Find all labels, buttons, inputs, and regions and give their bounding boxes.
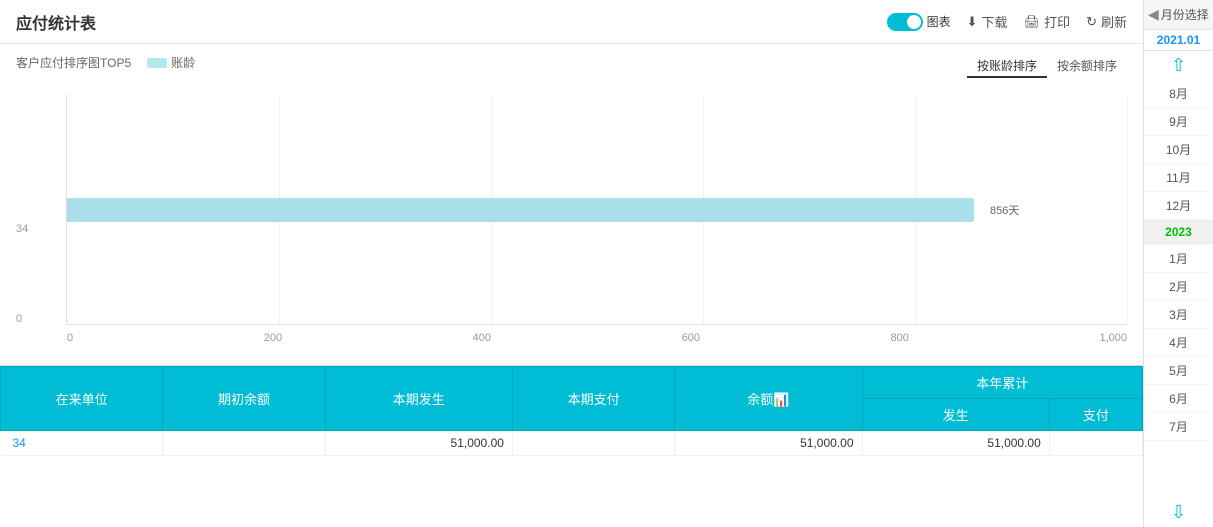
sidebar: ◀ 月份选择 2021.01 ⇧ 8月 9月 10月 11月 12月 2023 …	[1143, 0, 1213, 527]
chart-bar-34: 856天	[67, 198, 974, 222]
sidebar-month-3[interactable]: 3月	[1144, 301, 1213, 329]
unit-link[interactable]: 34	[13, 436, 26, 450]
x-label-400: 400	[473, 332, 491, 344]
th-opening: 期初余额	[163, 367, 325, 431]
print-button[interactable]: 🖨 打印	[1024, 12, 1071, 31]
sidebar-month-4[interactable]: 4月	[1144, 329, 1213, 357]
th-unit: 在来单位	[1, 367, 163, 431]
download-icon: ⬇	[967, 14, 978, 30]
sidebar-month-2[interactable]: 2月	[1144, 273, 1213, 301]
sidebar-month-10[interactable]: 10月	[1144, 136, 1213, 164]
refresh-icon: ↻	[1086, 14, 1097, 30]
sidebar-months-list: 8月 9月 10月 11月 12月 2023 1月 2月 3月 4月 5月 6月…	[1144, 80, 1213, 498]
refresh-label: 刷新	[1101, 12, 1127, 31]
x-label-1000: 1,000	[1099, 332, 1127, 344]
header-actions: 图表 ⬇ 下载 🖨 打印 ↻ 刷新	[887, 12, 1127, 31]
th-year-occur: 发生	[862, 399, 1049, 431]
td-current-occur: 51,000.00	[325, 431, 512, 456]
chart-body: 856天 0 200 400 600 800 1,000	[66, 95, 1127, 325]
grid-line-1000	[1127, 95, 1128, 324]
sort-buttons: 按账龄排序 按余额排序	[967, 55, 1127, 78]
refresh-button[interactable]: ↻ 刷新	[1086, 12, 1127, 31]
th-pay: 本期支付	[512, 367, 674, 431]
sidebar-year-2023[interactable]: 2023	[1144, 220, 1213, 245]
chart-y-axis: 34 0	[16, 95, 66, 325]
chart-toggle-wrap: 图表	[887, 13, 951, 31]
td-year-pay	[1049, 431, 1142, 456]
x-label-200: 200	[264, 332, 282, 344]
page-title: 应付统计表	[16, 10, 96, 34]
sidebar-month-8[interactable]: 8月	[1144, 80, 1213, 108]
sidebar-month-7[interactable]: 7月	[1144, 413, 1213, 441]
sidebar-month-9[interactable]: 9月	[1144, 108, 1213, 136]
sidebar-title: 月份选择	[1161, 6, 1209, 23]
td-year-occur: 51,000.00	[862, 431, 1049, 456]
table-row: 34 51,000.00 51,000.00 51,000.00	[1, 431, 1143, 456]
th-year-cumulative: 本年累计	[862, 367, 1142, 399]
x-axis-labels: 0 200 400 600 800 1,000	[67, 332, 1127, 344]
sidebar-month-1[interactable]: 1月	[1144, 245, 1213, 273]
sidebar-month-5[interactable]: 5月	[1144, 357, 1213, 385]
chart-legend: 客户应付排序图TOP5 账龄	[16, 54, 195, 71]
sidebar-current-date: 2021.01	[1144, 30, 1213, 51]
sidebar-header: ◀ 月份选择	[1144, 0, 1213, 30]
sidebar-down-button[interactable]: ⇩	[1144, 498, 1213, 527]
main-content: 应付统计表 图表 ⬇ 下载 🖨 打印 ↻ 刷新 客户应	[0, 0, 1143, 527]
legend-item-top5: 客户应付排序图TOP5	[16, 54, 131, 71]
table-header-row-1: 在来单位 期初余额 本期发生 本期支付 余额📊 本年累计	[1, 367, 1143, 399]
download-button[interactable]: ⬇ 下载	[967, 12, 1008, 31]
sort-by-balance-button[interactable]: 按余额排序	[1047, 55, 1127, 78]
th-occur: 本期发生	[325, 367, 512, 431]
legend-color-aging	[147, 58, 167, 68]
download-label: 下载	[982, 12, 1008, 31]
sidebar-up-button[interactable]: ⇧	[1144, 51, 1213, 80]
legend-label-aging: 账龄	[171, 54, 195, 71]
td-unit: 34	[1, 431, 163, 456]
legend-label-top5: 客户应付排序图TOP5	[16, 54, 131, 71]
th-year-pay: 支付	[1049, 399, 1142, 431]
th-balance: 余额📊	[675, 367, 862, 431]
td-current-pay	[512, 431, 674, 456]
bar-days-label: 856天	[990, 202, 1019, 218]
print-icon: 🖨	[1024, 14, 1041, 30]
data-table: 在来单位 期初余额 本期发生 本期支付 余额📊 本年累计 发生 支付 34 51…	[0, 366, 1143, 456]
chart-toggle-label: 图表	[927, 13, 951, 30]
y-label-34: 34	[16, 223, 34, 235]
print-label: 打印	[1044, 12, 1070, 31]
x-label-0: 0	[67, 332, 73, 344]
x-label-800: 800	[891, 332, 909, 344]
legend-item-aging: 账龄	[147, 54, 195, 71]
td-opening	[163, 431, 325, 456]
sidebar-month-6[interactable]: 6月	[1144, 385, 1213, 413]
chart-section: 客户应付排序图TOP5 账龄 按账龄排序 按余额排序 34 0	[0, 44, 1143, 365]
x-label-600: 600	[682, 332, 700, 344]
y-label-0: 0	[16, 313, 28, 325]
td-balance: 51,000.00	[675, 431, 862, 456]
sort-by-aging-button[interactable]: 按账龄排序	[967, 55, 1047, 78]
table-section: 在来单位 期初余额 本期发生 本期支付 余额📊 本年累计 发生 支付 34 51…	[0, 365, 1143, 527]
sidebar-month-12[interactable]: 12月	[1144, 192, 1213, 220]
chart-bar-area: 856天	[67, 95, 1127, 324]
header: 应付统计表 图表 ⬇ 下载 🖨 打印 ↻ 刷新	[0, 0, 1143, 44]
chart-toggle[interactable]	[887, 13, 923, 31]
chart-container: 34 0 856天 0 200	[16, 85, 1127, 365]
sidebar-month-11[interactable]: 11月	[1144, 164, 1213, 192]
sidebar-expand-icon[interactable]: ◀	[1148, 6, 1159, 23]
